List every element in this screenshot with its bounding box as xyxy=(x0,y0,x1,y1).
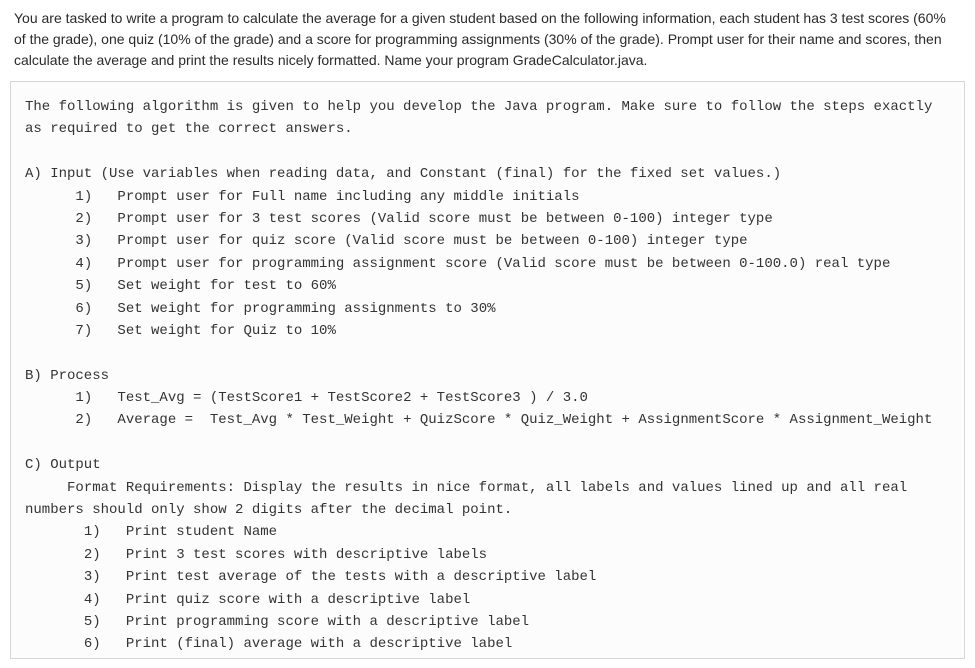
section-c-item-3: 3) Print test average of the tests with … xyxy=(25,569,596,585)
section-a-item-2: 2) Prompt user for 3 test scores (Valid … xyxy=(25,211,773,227)
section-a-item-6: 6) Set weight for programming assignment… xyxy=(25,301,496,317)
section-a-item-1: 1) Prompt user for Full name including a… xyxy=(25,189,580,205)
algo-preamble: The following algorithm is given to help… xyxy=(25,99,941,137)
section-c-item-2: 2) Print 3 test scores with descriptive … xyxy=(25,547,487,563)
section-a-item-3: 3) Prompt user for quiz score (Valid sco… xyxy=(25,233,748,249)
section-a-item-5: 5) Set weight for test to 60% xyxy=(25,278,336,294)
problem-statement-text: You are tasked to write a program to cal… xyxy=(14,10,946,68)
section-b-header: B) Process xyxy=(25,368,109,384)
section-b-item-2: 2) Average = Test_Avg * Test_Weight + Qu… xyxy=(25,412,932,428)
section-c-item-6: 6) Print (final) average with a descript… xyxy=(25,636,512,652)
section-c-item-5: 5) Print programming score with a descri… xyxy=(25,614,529,630)
problem-statement: You are tasked to write a program to cal… xyxy=(0,0,975,81)
section-a-header: A) Input (Use variables when reading dat… xyxy=(25,166,781,182)
section-c-header: C) Output xyxy=(25,457,101,473)
section-c-format-req: Format Requirements: Display the results… xyxy=(25,480,916,518)
section-c-item-1: 1) Print student Name xyxy=(25,524,277,540)
section-b-item-1: 1) Test_Avg = (TestScore1 + TestScore2 +… xyxy=(25,390,588,406)
section-a-item-7: 7) Set weight for Quiz to 10% xyxy=(25,323,336,339)
section-a-item-4: 4) Prompt user for programming assignmen… xyxy=(25,256,890,272)
section-c-item-4: 4) Print quiz score with a descriptive l… xyxy=(25,592,470,608)
algorithm-box: The following algorithm is given to help… xyxy=(10,81,965,659)
